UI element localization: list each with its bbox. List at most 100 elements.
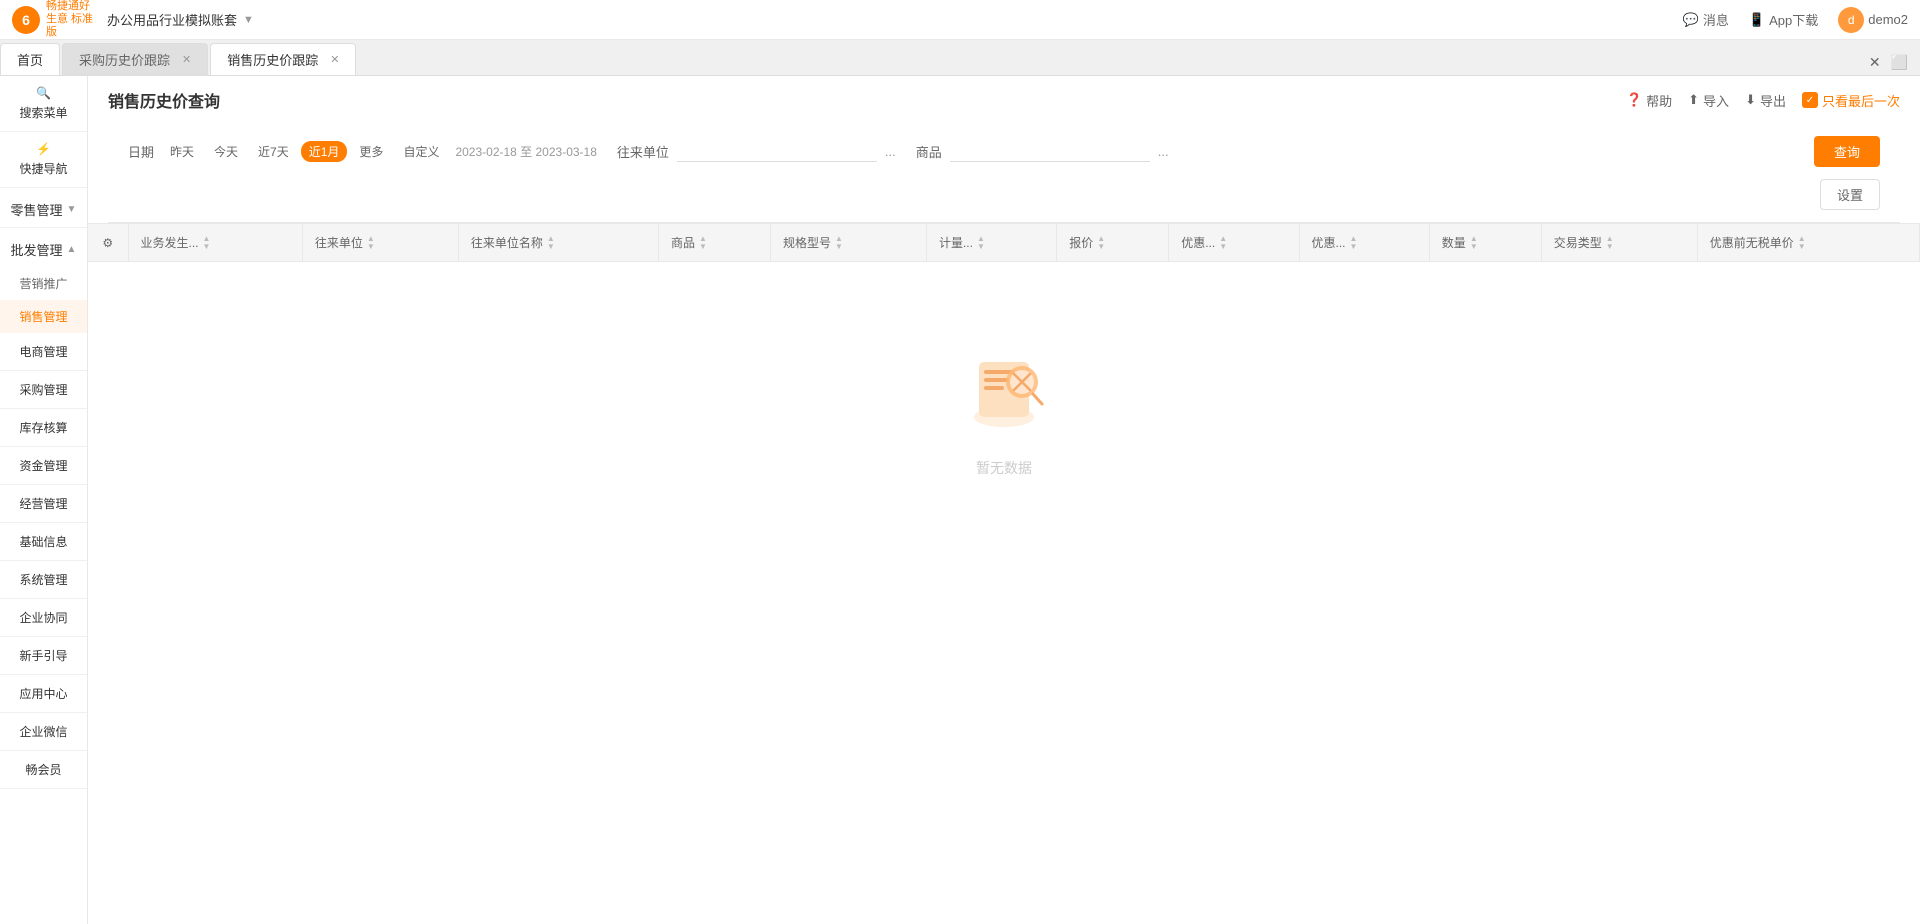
tab-close-sales[interactable]: ✕ [330, 53, 339, 66]
col-unit[interactable]: 计量... ▲▼ [926, 224, 1056, 262]
col-unit-code[interactable]: 往来单位 ▲▼ [302, 224, 458, 262]
unit-dots: ... [885, 144, 896, 159]
filter-bar: 日期 昨天 今天 近7天 近1月 更多 自定义 2023-02-18 至 202… [108, 124, 1900, 223]
empty-text: 暂无数据 [976, 458, 1032, 478]
tab-home[interactable]: 首页 [0, 43, 60, 75]
settings-button[interactable]: 设置 [1820, 179, 1880, 210]
settings-icon: ⚙ [102, 236, 113, 250]
sort-icon: ▲▼ [699, 235, 707, 251]
sidebar-item-purchase[interactable]: 采购管理 [0, 371, 87, 409]
message-icon: 💬 [1683, 12, 1699, 28]
sidebar-item-marketing[interactable]: 营销推广 [0, 267, 87, 300]
sort-icon: ▲▼ [1097, 235, 1105, 251]
sort-icon: ▲▼ [835, 235, 843, 251]
col-business-date[interactable]: 业务发生... ▲▼ [128, 224, 302, 262]
page-title-row: 销售历史价查询 ❓ 帮助 ⬆ 导入 ⬇ 导出 ✓ [108, 88, 1900, 112]
sort-icon: ▲▼ [977, 235, 985, 251]
top-header: 6 畅捷通好生意 标准版 办公用品行业模拟账套 ▼ 💬 消息 📱 App下载 d… [0, 0, 1920, 40]
sidebar-item-wholesale[interactable]: 批发管理 ▲ [0, 228, 87, 267]
date-label: 日期 [128, 142, 154, 161]
sidebar-item-membership[interactable]: 畅会员 [0, 751, 87, 789]
chevron-down-icon: ▼ [243, 14, 254, 26]
tab-purchase-history[interactable]: 采购历史价跟踪 ✕ [62, 43, 208, 75]
page-actions: ❓ 帮助 ⬆ 导入 ⬇ 导出 ✓ 只看最后一次 [1626, 91, 1900, 110]
col-goods[interactable]: 商品 ▲▼ [659, 224, 771, 262]
sidebar-item-basic-info[interactable]: 基础信息 [0, 523, 87, 561]
tab-bar: 首页 采购历史价跟踪 ✕ 销售历史价跟踪 ✕ ✕ ⬜ [0, 40, 1920, 76]
maximize-window-btn[interactable]: ⬜ [1891, 54, 1908, 71]
date-option-more[interactable]: 更多 [351, 141, 391, 162]
avatar: d [1838, 7, 1864, 33]
sort-icon: ▲▼ [1606, 235, 1614, 251]
sidebar-item-retail[interactable]: 零售管理 ▼ [0, 188, 87, 228]
col-quote[interactable]: 报价 ▲▼ [1057, 224, 1169, 262]
sidebar-item-search[interactable]: 🔍 搜索菜单 [0, 76, 87, 132]
sort-icon: ▲▼ [547, 235, 555, 251]
main-layout: 🔍 搜索菜单 ⚡ 快捷导航 零售管理 ▼ 批发管理 ▲ 营销推广 销售管理 电商… [0, 76, 1920, 924]
logo-icon: 6 [12, 6, 40, 34]
sidebar-item-quicknav[interactable]: ⚡ 快捷导航 [0, 132, 87, 188]
goods-input[interactable] [950, 142, 1150, 162]
tab-sales-history[interactable]: 销售历史价跟踪 ✕ [210, 43, 356, 75]
app-selector[interactable]: 办公用品行业模拟账套 ▼ [107, 10, 1673, 29]
sidebar-item-guide[interactable]: 新手引导 [0, 637, 87, 675]
col-discount2[interactable]: 优惠... ▲▼ [1299, 224, 1429, 262]
unit-filter-group: 往来单位 ... [617, 142, 896, 162]
import-icon: ⬆ [1688, 92, 1699, 108]
date-option-7days[interactable]: 近7天 [250, 141, 297, 162]
close-window-btn[interactable]: ✕ [1869, 54, 1881, 71]
app-download-btn[interactable]: 📱 App下载 [1749, 10, 1818, 29]
last-only-toggle[interactable]: ✓ 只看最后一次 [1802, 91, 1900, 110]
logo-text: 畅捷通好生意 标准版 [46, 0, 97, 39]
sort-icon: ▲▼ [203, 235, 211, 251]
data-table: ⚙ 业务发生... ▲▼ 往来单位 ▲▼ [88, 224, 1920, 262]
page-header: 销售历史价查询 ❓ 帮助 ⬆ 导入 ⬇ 导出 ✓ [88, 76, 1920, 224]
help-btn[interactable]: ❓ 帮助 [1626, 91, 1672, 110]
sidebar-item-sales[interactable]: 销售管理 [0, 300, 87, 333]
export-icon: ⬇ [1745, 92, 1756, 108]
table-header-row: ⚙ 业务发生... ▲▼ 往来单位 ▲▼ [88, 224, 1920, 262]
download-icon: 📱 [1749, 12, 1765, 28]
table-container: ⚙ 业务发生... ▲▼ 往来单位 ▲▼ [88, 224, 1920, 924]
search-icon: 🔍 [36, 86, 51, 100]
export-btn[interactable]: ⬇ 导出 [1745, 91, 1786, 110]
empty-icon [954, 342, 1054, 442]
sidebar-item-inventory[interactable]: 库存核算 [0, 409, 87, 447]
goods-filter-group: 商品 ... [916, 142, 1169, 162]
help-icon: ❓ [1626, 92, 1642, 108]
sort-icon: ▲▼ [1798, 235, 1806, 251]
col-quantity[interactable]: 数量 ▲▼ [1429, 224, 1541, 262]
unit-input[interactable] [677, 142, 877, 162]
sidebar-item-enterprise[interactable]: 企业协同 [0, 599, 87, 637]
sidebar-item-operations[interactable]: 经营管理 [0, 485, 87, 523]
sidebar-item-system[interactable]: 系统管理 [0, 561, 87, 599]
date-option-yesterday[interactable]: 昨天 [162, 141, 202, 162]
col-discount1[interactable]: 优惠... ▲▼ [1169, 224, 1299, 262]
chevron-down-icon: ▼ [67, 204, 77, 215]
col-unit-name[interactable]: 往来单位名称 ▲▼ [458, 224, 658, 262]
col-spec[interactable]: 规格型号 ▲▼ [770, 224, 926, 262]
date-options: 昨天 今天 近7天 近1月 更多 自定义 [162, 141, 447, 162]
col-pre-discount-price[interactable]: 优惠前无税单价 ▲▼ [1697, 224, 1919, 262]
col-settings[interactable]: ⚙ [88, 224, 128, 262]
tab-close-purchase[interactable]: ✕ [182, 53, 191, 66]
sidebar-item-finance[interactable]: 资金管理 [0, 447, 87, 485]
query-button[interactable]: 查询 [1814, 136, 1880, 167]
sort-icon: ▲▼ [1470, 235, 1478, 251]
unit-label: 往来单位 [617, 142, 669, 161]
sort-icon: ▲▼ [367, 235, 375, 251]
date-option-today[interactable]: 今天 [206, 141, 246, 162]
sidebar-item-appstore[interactable]: 应用中心 [0, 675, 87, 713]
col-transaction-type[interactable]: 交易类型 ▲▼ [1541, 224, 1697, 262]
sidebar-item-wechat[interactable]: 企业微信 [0, 713, 87, 751]
date-option-1month[interactable]: 近1月 [301, 141, 348, 162]
date-option-custom[interactable]: 自定义 [395, 141, 447, 162]
nav-icon: ⚡ [36, 142, 51, 156]
import-btn[interactable]: ⬆ 导入 [1688, 91, 1729, 110]
checkbox-icon: ✓ [1802, 92, 1818, 108]
goods-label: 商品 [916, 142, 942, 161]
user-menu[interactable]: d demo2 [1838, 7, 1908, 33]
message-btn[interactable]: 💬 消息 [1683, 10, 1729, 29]
date-filter-group: 日期 昨天 今天 近7天 近1月 更多 自定义 2023-02-18 至 202… [128, 141, 597, 162]
sidebar-item-ecommerce[interactable]: 电商管理 [0, 333, 87, 371]
